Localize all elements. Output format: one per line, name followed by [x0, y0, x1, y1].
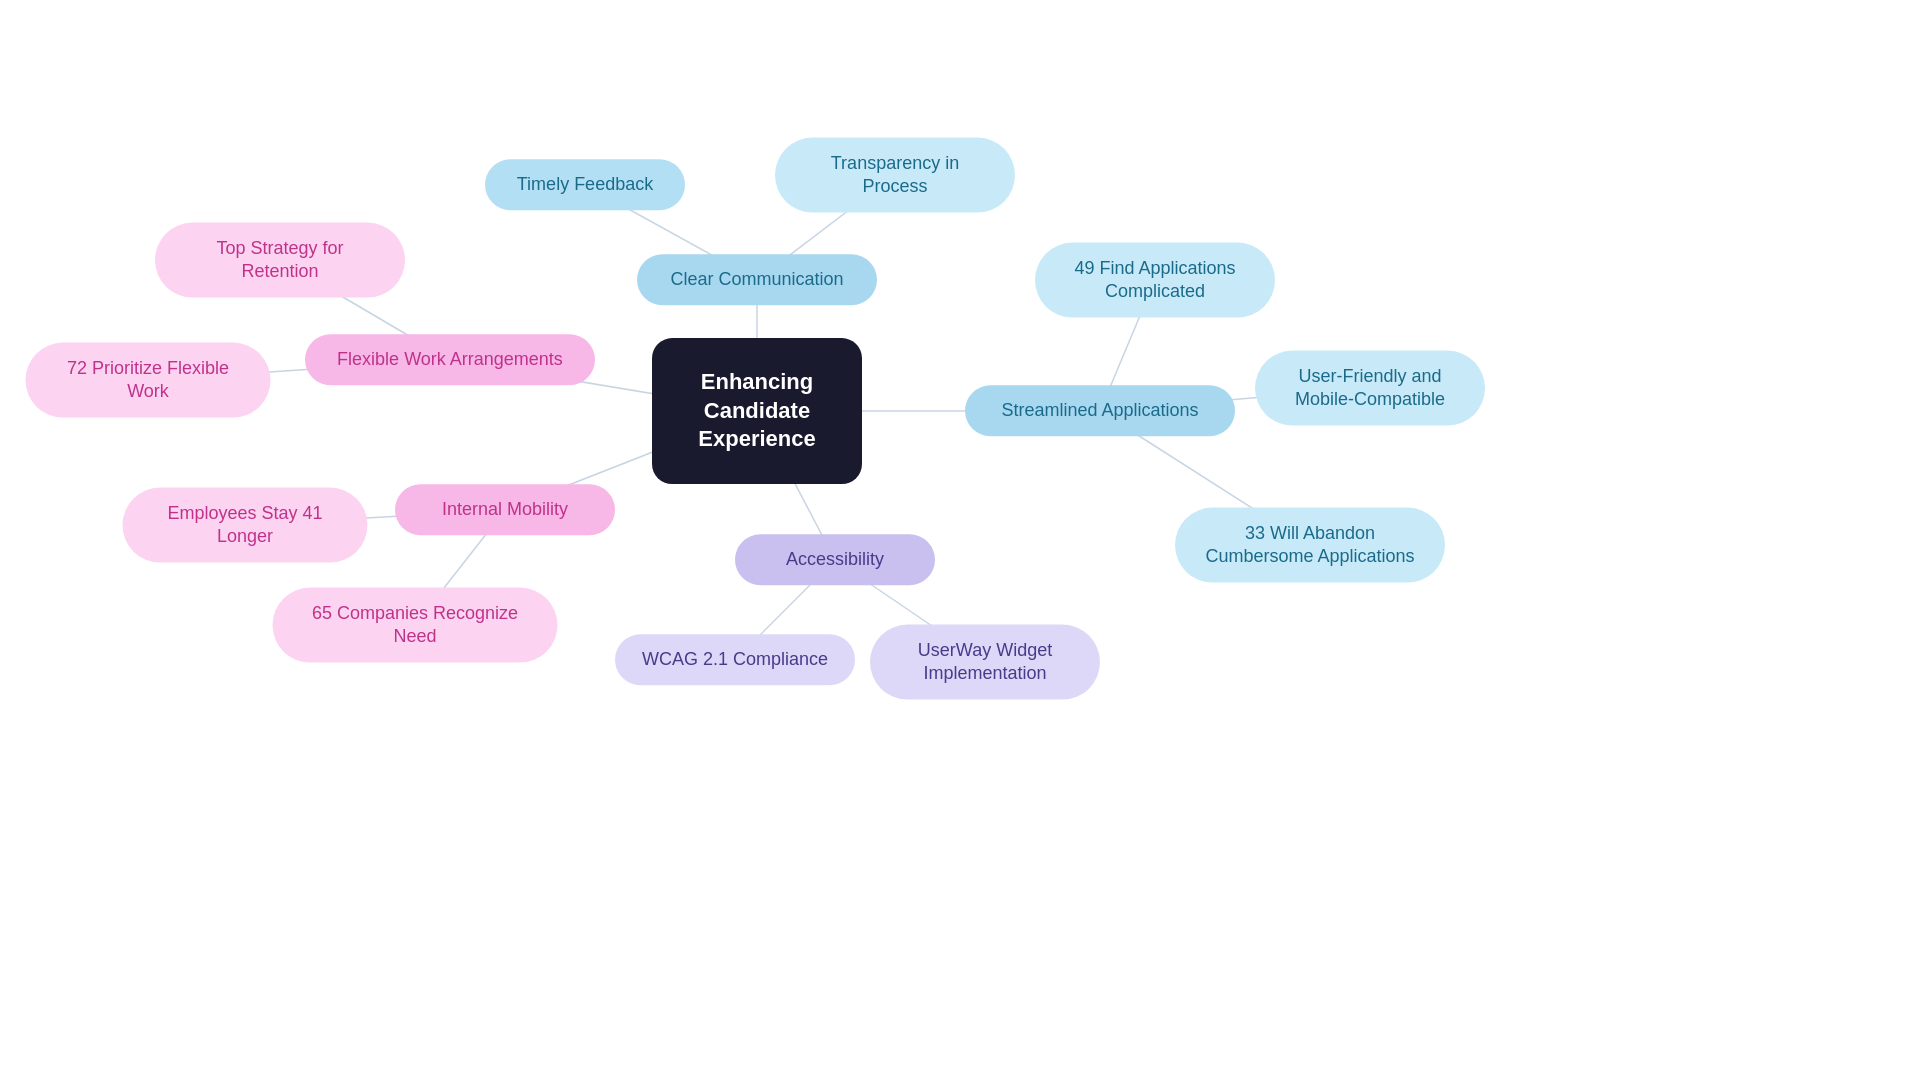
- node-clear-comm[interactable]: Clear Communication: [637, 254, 877, 305]
- node-center[interactable]: Enhancing Candidate Experience: [652, 338, 862, 484]
- node-accessibility[interactable]: Accessibility: [735, 534, 935, 585]
- node-abandon[interactable]: 33 Will Abandon Cumbersome Applications: [1175, 508, 1445, 583]
- node-employees-stay[interactable]: Employees Stay 41 Longer: [123, 488, 368, 563]
- node-internal-mobility[interactable]: Internal Mobility: [395, 484, 615, 535]
- node-top-strategy[interactable]: Top Strategy for Retention: [155, 223, 405, 298]
- node-transparency[interactable]: Transparency in Process: [775, 138, 1015, 213]
- node-user-friendly[interactable]: User-Friendly and Mobile-Compatible: [1255, 351, 1485, 426]
- mindmap-container: Enhancing Candidate Experience Clear Comm…: [0, 0, 1920, 1083]
- node-wcag[interactable]: WCAG 2.1 Compliance: [615, 634, 855, 685]
- node-companies-recognize[interactable]: 65 Companies Recognize Need: [273, 588, 558, 663]
- node-userway[interactable]: UserWay Widget Implementation: [870, 625, 1100, 700]
- node-prioritize-flexible[interactable]: 72 Prioritize Flexible Work: [26, 343, 271, 418]
- node-streamlined[interactable]: Streamlined Applications: [965, 385, 1235, 436]
- node-timely-feedback[interactable]: Timely Feedback: [485, 159, 685, 210]
- node-find-complicated[interactable]: 49 Find Applications Complicated: [1035, 243, 1275, 318]
- node-flexible-work[interactable]: Flexible Work Arrangements: [305, 334, 595, 385]
